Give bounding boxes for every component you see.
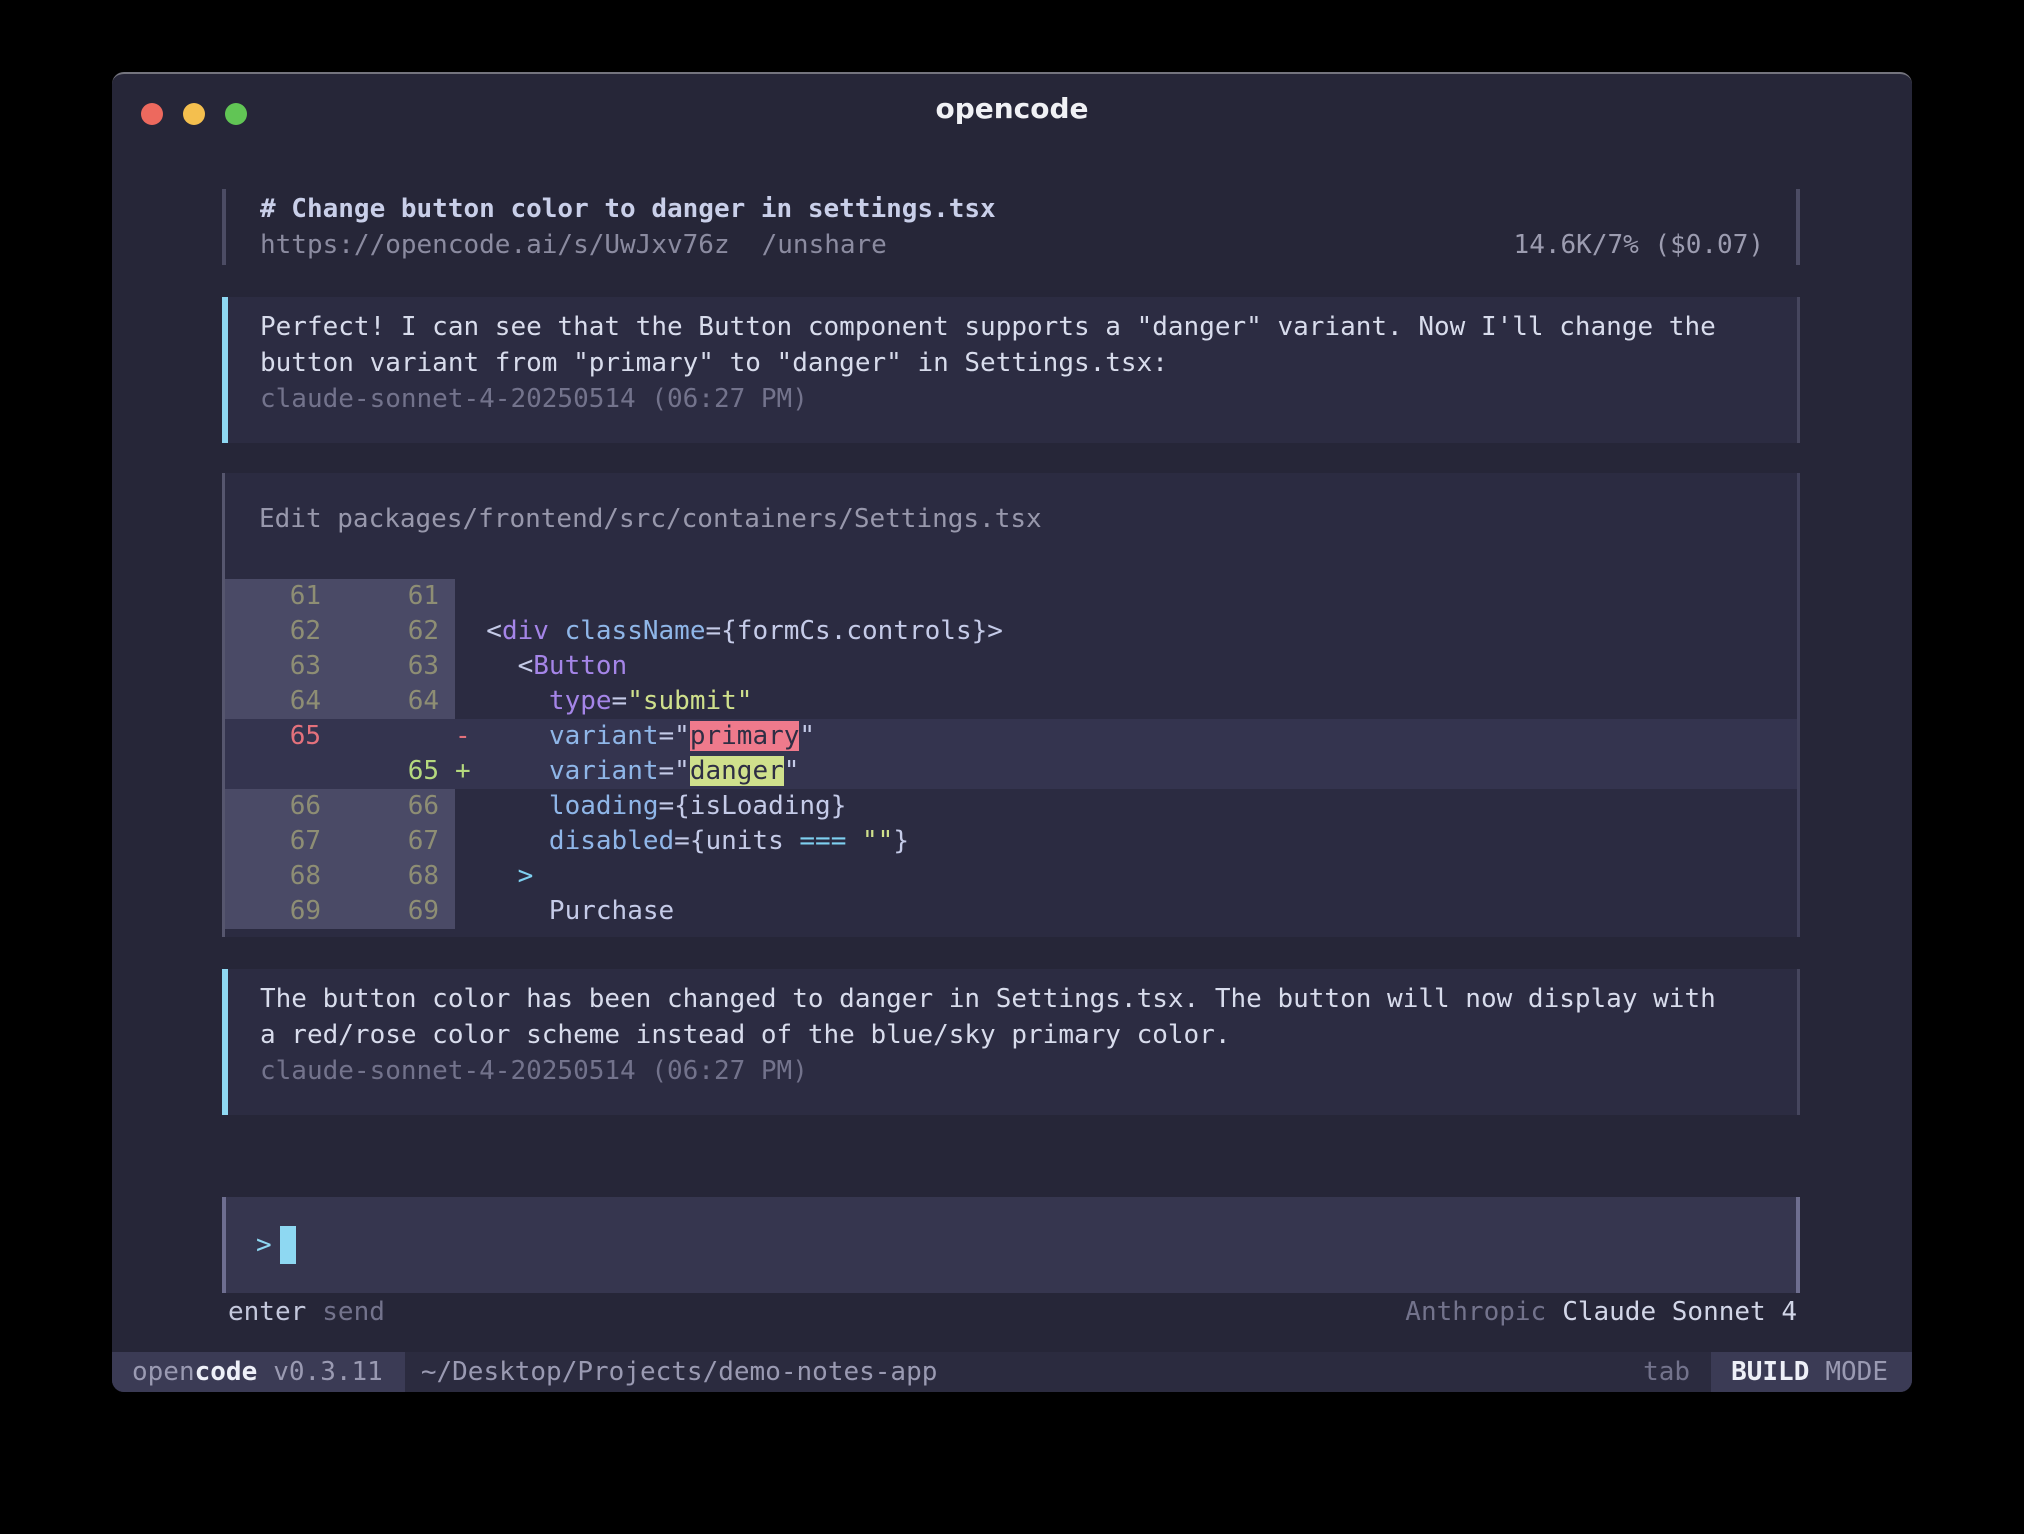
diff-row: 65 - variant="primary" [225, 719, 1797, 754]
share-url[interactable]: https://opencode.ai/s/UwJxv76z [260, 227, 730, 263]
diff-line-number-new [343, 719, 455, 754]
diff-row: 65+ variant="danger" [225, 754, 1797, 789]
app-version: v0.3.11 [273, 1352, 383, 1392]
diff-line-number-new: 62 [343, 614, 455, 649]
diff-line-number-new: 64 [343, 684, 455, 719]
diff-row: 6969 Purchase [225, 894, 1797, 929]
diff: 61616262 <div className={formCs.controls… [225, 579, 1797, 929]
model-indicator[interactable]: Anthropic Claude Sonnet 4 [1405, 1297, 1797, 1327]
diff-line-number-old: 69 [225, 894, 343, 929]
mode-secondary: MODE [1825, 1352, 1888, 1392]
message-meta: claude-sonnet-4-20250514 (06:27 PM) [260, 381, 1767, 417]
diff-line-number-new: 63 [343, 649, 455, 684]
diff-line-number-new: 61 [343, 579, 455, 614]
diff-row: 6868 > [225, 859, 1797, 894]
message-meta: claude-sonnet-4-20250514 (06:27 PM) [260, 1053, 1767, 1089]
assistant-message: Perfect! I can see that the Button compo… [222, 297, 1800, 443]
message-text: a red/rose color scheme instead of the b… [260, 1017, 1767, 1053]
status-bar: opencode v0.3.11 ~/Desktop/Projects/demo-… [112, 1352, 1912, 1392]
token-usage: 14.6K/7% ($0.07) [1514, 227, 1764, 263]
message-text: button variant from "primary" to "danger… [260, 345, 1767, 381]
tab-key-hint: tab [1643, 1352, 1690, 1392]
diff-row: 6262 <div className={formCs.controls}> [225, 614, 1797, 649]
diff-row: 6666 loading={isLoading} [225, 789, 1797, 824]
diff-row: 6161 [225, 579, 1797, 614]
diff-line-number-old: 64 [225, 684, 343, 719]
text-cursor [280, 1226, 296, 1264]
diff-line-number-old: 63 [225, 649, 343, 684]
message-text: The button color has been changed to dan… [260, 981, 1767, 1017]
mode-badge[interactable]: BUILD MODE [1711, 1352, 1912, 1392]
message-text: Perfect! I can see that the Button compo… [260, 309, 1767, 345]
diff-row: 6767 disabled={units === ""} [225, 824, 1797, 859]
diff-line-number-old: 68 [225, 859, 343, 894]
title-bar: opencode [112, 74, 1912, 146]
session-title: # Change button color to danger in setti… [260, 191, 1764, 227]
app-name-prefix: open [132, 1352, 195, 1392]
diff-line-number-new: 67 [343, 824, 455, 859]
diff-code-line: Purchase [455, 894, 1797, 929]
diff-row: 6363 <Button [225, 649, 1797, 684]
session-header: # Change button color to danger in setti… [222, 189, 1800, 265]
diff-code-line: <Button [455, 649, 1797, 684]
opencode-window: opencode # Change button color to danger… [112, 72, 1912, 1392]
mode-primary: BUILD [1731, 1352, 1809, 1392]
diff-row: 6464 type="submit" [225, 684, 1797, 719]
diff-code-line: + variant="danger" [455, 754, 1797, 789]
enter-key-hint: enter [228, 1297, 306, 1327]
diff-line-number-new: 69 [343, 894, 455, 929]
working-directory: ~/Desktop/Projects/demo-notes-app [421, 1352, 938, 1392]
diff-line-number-new: 65 [343, 754, 455, 789]
edit-tool-card: Edit packages/frontend/src/containers/Se… [222, 473, 1800, 937]
prompt-symbol: > [256, 1230, 272, 1260]
diff-line-number-old [225, 754, 343, 789]
diff-code-line: disabled={units === ""} [455, 824, 1797, 859]
diff-line-number-old: 65 [225, 719, 343, 754]
unshare-command[interactable]: /unshare [762, 227, 887, 263]
diff-code-line [455, 579, 1797, 614]
app-version-badge: opencode v0.3.11 [112, 1352, 405, 1392]
diff-code-line: <div className={formCs.controls}> [455, 614, 1797, 649]
send-hint-label: send [322, 1297, 385, 1327]
edit-file-path: Edit packages/frontend/src/containers/Se… [225, 473, 1797, 537]
diff-code-line: - variant="primary" [455, 719, 1797, 754]
app-name-suffix: code [195, 1352, 258, 1392]
prompt-input[interactable]: > [222, 1197, 1800, 1293]
diff-code-line: loading={isLoading} [455, 789, 1797, 824]
diff-line-number-old: 62 [225, 614, 343, 649]
assistant-message: The button color has been changed to dan… [222, 969, 1800, 1115]
diff-code-line: type="submit" [455, 684, 1797, 719]
footer-hints: enter send Anthropic Claude Sonnet 4 [222, 1297, 1800, 1327]
diff-line-number-new: 66 [343, 789, 455, 824]
model-provider: Anthropic [1405, 1297, 1546, 1327]
diff-line-number-old: 61 [225, 579, 343, 614]
model-name: Claude Sonnet 4 [1562, 1297, 1797, 1327]
diff-line-number-new: 68 [343, 859, 455, 894]
diff-line-number-old: 66 [225, 789, 343, 824]
diff-line-number-old: 67 [225, 824, 343, 859]
window-title: opencode [112, 92, 1912, 125]
diff-code-line: > [455, 859, 1797, 894]
